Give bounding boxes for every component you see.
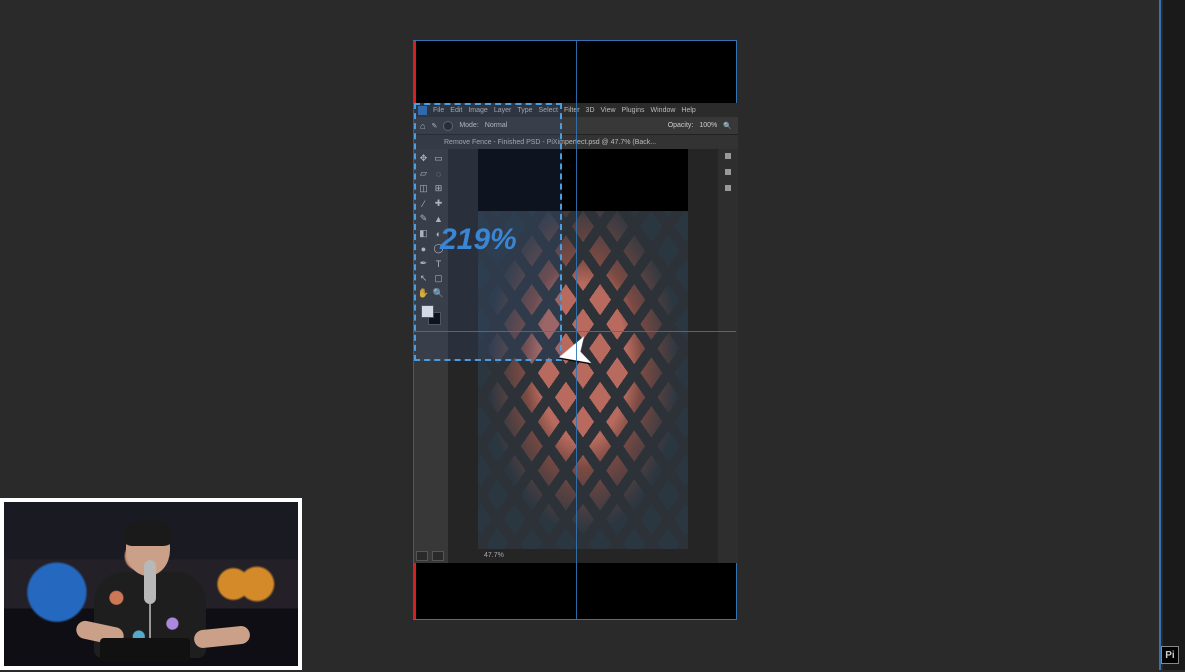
- canvas-zoom-readout: 47.7%: [484, 552, 504, 559]
- watermark-badge: Pi: [1161, 646, 1179, 664]
- ps-menu-item[interactable]: Plugins: [622, 107, 645, 114]
- panel-icon[interactable]: [725, 153, 731, 159]
- screenmode-icons[interactable]: [416, 551, 444, 561]
- ps-menu-item[interactable]: View: [601, 107, 616, 114]
- ps-menu-item[interactable]: 3D: [586, 107, 595, 114]
- webcam-overlay: [0, 498, 302, 670]
- microphone-icon: [144, 560, 156, 604]
- opacity-label: Opacity:: [668, 122, 694, 129]
- search-icon[interactable]: 🔍: [723, 122, 732, 130]
- ps-menu-item[interactable]: Help: [681, 107, 695, 114]
- drawing-tablet: [100, 638, 190, 662]
- ps-collapsed-panels[interactable]: [718, 149, 738, 563]
- panel-icon[interactable]: [725, 185, 731, 191]
- right-editor-strip: Pi: [1163, 0, 1185, 670]
- composition-preview-frame[interactable]: File Edit Image Layer Type Select Filter…: [413, 40, 737, 620]
- zoom-percent-overlay: 219%: [440, 223, 517, 257]
- panel-icon[interactable]: [725, 169, 731, 175]
- ps-menu-item[interactable]: Window: [651, 107, 676, 114]
- opacity-value[interactable]: 100%: [699, 122, 717, 129]
- guide-vertical-center: [576, 41, 577, 619]
- webcam-feed: [4, 502, 298, 666]
- guide-horizontal-center: [414, 331, 736, 332]
- ps-menu-item[interactable]: Filter: [564, 107, 580, 114]
